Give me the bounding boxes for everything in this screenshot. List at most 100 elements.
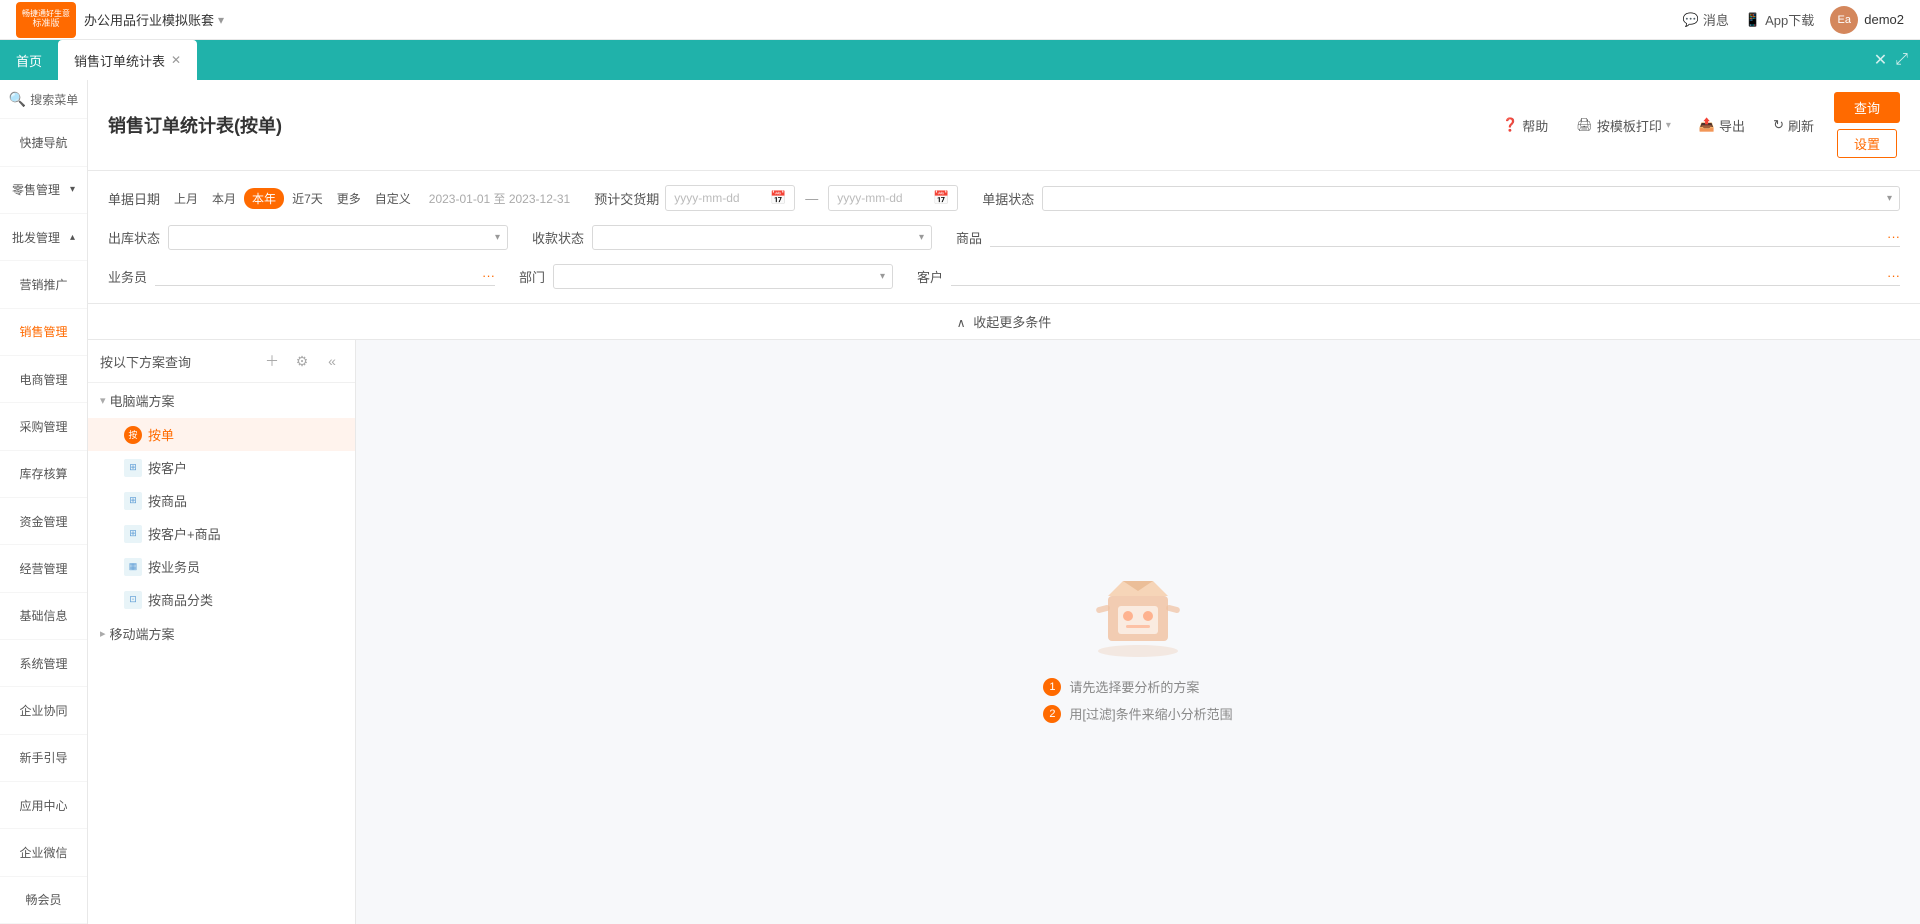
filter-stock-group: 出库状态 ▾ xyxy=(108,225,508,250)
sidebar-item-wholesale[interactable]: 批发管理 ▴ xyxy=(0,214,87,261)
payment-status-select[interactable] xyxy=(592,225,932,250)
tree-item-by-category[interactable]: ⊡ 按商品分类 xyxy=(88,583,355,616)
date-shortcut-thismonth[interactable]: 本月 xyxy=(206,188,242,209)
stock-status-label: 出库状态 xyxy=(108,228,160,247)
export-button[interactable]: 📤 导出 xyxy=(1691,112,1753,139)
status-select[interactable] xyxy=(1042,186,1900,211)
title-dropdown-icon[interactable]: ▾ xyxy=(218,13,224,27)
salesman-label: 业务员 xyxy=(108,267,147,286)
maximize-icon[interactable]: ⤢ xyxy=(1895,51,1908,69)
topbar-left: 畅捷通好生意 标准版 办公用品行业模拟账套 ▾ xyxy=(16,2,224,38)
sidebar-item-wechat[interactable]: 企业微信 xyxy=(0,829,87,876)
sidebar-search-item[interactable]: 🔍 搜索菜单 xyxy=(0,80,87,119)
logo: 畅捷通好生意 标准版 xyxy=(16,2,76,38)
status-select-wrapper: ▾ xyxy=(1042,186,1900,211)
print-dropdown-icon[interactable]: ▾ xyxy=(1666,120,1671,131)
tree-expand-icon: ▾ xyxy=(100,394,106,407)
app-download-button[interactable]: 📱 App下载 xyxy=(1745,10,1814,29)
main-layout: 🔍 搜索菜单 快捷导航 零售管理 ▾ 批发管理 ▴ 营销推广 销售管理 电商管理… xyxy=(0,80,1920,924)
right-panel: 1 请先选择要分析的方案 2 用[过滤]条件来缩小分析范围 xyxy=(356,340,1920,924)
avatar: Ea xyxy=(1830,6,1858,34)
filter-row-1: 单据日期 上月 本月 本年 近7天 更多 自定义 2023-01-01 至 20… xyxy=(108,185,1900,211)
collapse-bar[interactable]: ∧ 收起更多条件 xyxy=(88,304,1920,340)
tab-home[interactable]: 首页 xyxy=(0,40,58,80)
date-shortcut-custom[interactable]: 自定义 xyxy=(369,188,417,209)
tree-group-desktop: ▾ 电脑端方案 按 按单 ⊞ 按客户 ⊞ xyxy=(88,383,355,616)
tab-sales-order-stats[interactable]: 销售订单统计表 ✕ xyxy=(58,40,197,80)
dept-select[interactable] xyxy=(553,264,893,289)
date-shortcut-thisyear[interactable]: 本年 xyxy=(244,188,284,209)
date-shortcut-lastmonth[interactable]: 上月 xyxy=(168,188,204,209)
tab-close-icon[interactable]: ✕ xyxy=(171,53,181,67)
tip-num-2: 2 xyxy=(1043,705,1061,723)
tree-item-by-customer[interactable]: ⊞ 按客户 xyxy=(88,451,355,484)
payment-status-wrapper: ▾ xyxy=(592,225,932,250)
sidebar-item-appcenter[interactable]: 应用中心 xyxy=(0,782,87,829)
sidebar-item-inventory[interactable]: 库存核算 xyxy=(0,451,87,498)
refresh-button[interactable]: ↻ 刷新 xyxy=(1765,112,1822,139)
sidebar-item-purchase[interactable]: 采购管理 xyxy=(0,403,87,450)
date-shortcut-7days[interactable]: 近7天 xyxy=(286,188,329,209)
date-separator: — xyxy=(805,191,818,206)
empty-illustration xyxy=(1078,541,1198,661)
salesman-more-button[interactable]: ··· xyxy=(482,268,495,283)
date-shortcut-group: 上月 本月 本年 近7天 更多 自定义 xyxy=(168,188,417,209)
message-button[interactable]: 💬 消息 xyxy=(1683,10,1729,29)
sidebar-item-basic[interactable]: 基础信息 xyxy=(0,593,87,640)
sidebar-item-enterprise[interactable]: 企业协同 xyxy=(0,687,87,734)
panel-title: 按以下方案查询 xyxy=(100,352,191,371)
empty-state: 1 请先选择要分析的方案 2 用[过滤]条件来缩小分析范围 xyxy=(1043,541,1232,723)
expected-date-end-input[interactable]: yyyy-mm-dd 📅 xyxy=(828,185,958,211)
sidebar-item-member[interactable]: 畅会员 xyxy=(0,877,87,924)
help-button[interactable]: ❓ 帮助 xyxy=(1494,112,1556,139)
settings-scheme-button[interactable]: ⚙ xyxy=(291,350,313,372)
retail-arrow-icon: ▾ xyxy=(70,184,75,195)
sidebar: 🔍 搜索菜单 快捷导航 零售管理 ▾ 批发管理 ▴ 营销推广 销售管理 电商管理… xyxy=(0,80,88,924)
customer-label: 客户 xyxy=(917,267,943,286)
sidebar-item-finance[interactable]: 资金管理 xyxy=(0,498,87,545)
topbar-right: 💬 消息 📱 App下载 Ea demo2 xyxy=(1683,6,1904,34)
logo-sub: 标准版 xyxy=(32,18,59,30)
customer-more-button[interactable]: ··· xyxy=(1887,268,1900,283)
tree-category-mobile[interactable]: ▸ 移动端方案 xyxy=(88,616,355,651)
filter-customer-group: 客户 ··· xyxy=(917,267,1900,286)
date-shortcut-more[interactable]: 更多 xyxy=(331,188,367,209)
sidebar-item-ecommerce[interactable]: 电商管理 xyxy=(0,356,87,403)
tree-icon-by-order: 按 xyxy=(124,426,142,444)
sidebar-item-marketing[interactable]: 营销推广 xyxy=(0,261,87,308)
sidebar-item-operation[interactable]: 经营管理 xyxy=(0,545,87,592)
dept-label: 部门 xyxy=(519,267,545,286)
query-button[interactable]: 查询 xyxy=(1834,92,1900,123)
sidebar-item-sales[interactable]: 销售管理 xyxy=(0,309,87,356)
tree-item-by-order[interactable]: 按 按单 xyxy=(88,418,355,451)
print-icon: 🖨 xyxy=(1576,117,1593,133)
empty-tip-1: 1 请先选择要分析的方案 xyxy=(1043,677,1232,696)
sidebar-item-quick-nav[interactable]: 快捷导航 xyxy=(0,119,87,166)
search-icon: 🔍 xyxy=(9,91,26,108)
logo-text: 畅捷通好生意 xyxy=(22,9,70,19)
user-area: Ea demo2 xyxy=(1830,6,1904,34)
message-icon: 💬 xyxy=(1683,12,1699,28)
collapse-panel-button[interactable]: « xyxy=(321,350,343,372)
tabbar: 首页 销售订单统计表 ✕ ✕ ⤢ xyxy=(0,40,1920,80)
setting-button[interactable]: 设置 xyxy=(1837,129,1897,158)
print-button[interactable]: 🖨 按模板打印 ▾ xyxy=(1568,112,1679,139)
stock-status-select[interactable] xyxy=(168,225,508,250)
commodity-more-button[interactable]: ··· xyxy=(1887,229,1900,244)
filter-row-3: 业务员 ··· 部门 ▾ 客户 xyxy=(108,264,1900,289)
minimize-icon[interactable]: ✕ xyxy=(1874,50,1887,70)
tree-item-by-salesman[interactable]: ▦ 按业务员 xyxy=(88,550,355,583)
page-title: 销售订单统计表(按单) xyxy=(108,112,282,150)
sidebar-item-system[interactable]: 系统管理 xyxy=(0,640,87,687)
sidebar-item-retail[interactable]: 零售管理 ▾ xyxy=(0,167,87,214)
panel-layout: 按以下方案查询 ＋ ⚙ « ▾ 电脑端方案 按 xyxy=(88,340,1920,924)
tree-item-by-commodity[interactable]: ⊞ 按商品 xyxy=(88,484,355,517)
add-scheme-button[interactable]: ＋ xyxy=(261,350,283,372)
empty-tip-2: 2 用[过滤]条件来缩小分析范围 xyxy=(1043,704,1232,723)
sidebar-item-newbie[interactable]: 新手引导 xyxy=(0,735,87,782)
filter-status-group: 单据状态 ▾ xyxy=(982,186,1900,211)
payment-status-label: 收款状态 xyxy=(532,228,584,247)
tree-category-desktop[interactable]: ▾ 电脑端方案 xyxy=(88,383,355,418)
expected-date-start-input[interactable]: yyyy-mm-dd 📅 xyxy=(665,185,795,211)
tree-item-by-cust-product[interactable]: ⊞ 按客户+商品 xyxy=(88,517,355,550)
